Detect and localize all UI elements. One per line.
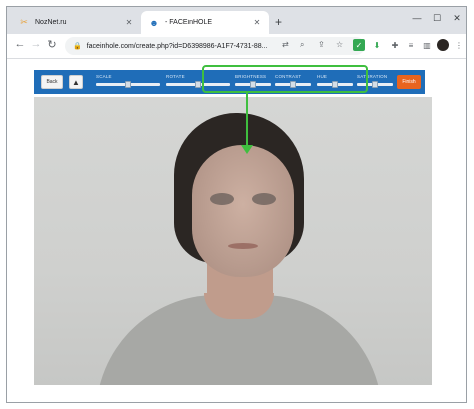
annotation-arrow-head bbox=[241, 145, 253, 154]
puzzle-icon[interactable]: ✚ bbox=[389, 39, 401, 51]
mountain-icon[interactable]: ▲ bbox=[69, 75, 83, 89]
close-tab-icon[interactable]: ✕ bbox=[251, 18, 263, 27]
browser-window: ✂ NozNet.ru ✕ ☻ - FACEinHOLE ✕ + — ☐ ✕ ←… bbox=[6, 6, 467, 403]
browser-toolbar: ← → ↻ 🔒 faceinhole.com/create.php?id=D63… bbox=[7, 34, 466, 59]
sliders-highlight-box bbox=[202, 65, 368, 93]
tab-title: - FACEinHOLE bbox=[165, 19, 213, 26]
url-text: faceinhole.com/create.php?id=D6398986-A1… bbox=[86, 42, 268, 50]
profile-avatar[interactable] bbox=[437, 39, 449, 51]
check-extension-icon[interactable]: ✓ bbox=[353, 39, 365, 51]
face-overlay[interactable] bbox=[192, 145, 294, 277]
annotation-arrow-line bbox=[246, 93, 248, 147]
tab-faceinhole[interactable]: ☻ - FACEinHOLE ✕ bbox=[141, 11, 269, 34]
face-photo-canvas[interactable] bbox=[34, 97, 432, 385]
tab-noznet[interactable]: ✂ NozNet.ru ✕ bbox=[11, 11, 141, 34]
download-extension-icon[interactable]: ⬇ bbox=[371, 39, 383, 51]
page-content: Back ▲ SCALE ROTATE BRIGHTNESS CONTRAST … bbox=[7, 59, 466, 402]
maximize-button[interactable]: ☐ bbox=[427, 13, 447, 24]
reload-icon[interactable]: ↻ bbox=[45, 38, 59, 51]
back-button[interactable]: Back bbox=[41, 75, 63, 89]
slider-label-rotate: ROTATE bbox=[166, 74, 185, 79]
right-eye-shape bbox=[252, 193, 276, 205]
finish-button[interactable]: Finish bbox=[397, 75, 421, 89]
saturation-slider-thumb[interactable] bbox=[372, 81, 378, 88]
smiley-icon: ☻ bbox=[149, 17, 159, 28]
mouth-shape bbox=[228, 243, 258, 249]
tab-strip: ✂ NozNet.ru ✕ ☻ - FACEinHOLE ✕ + — ☐ ✕ bbox=[7, 7, 466, 34]
zoom-icon[interactable]: ⌕ bbox=[300, 40, 304, 50]
menu-icon[interactable]: ⋮ bbox=[453, 39, 465, 51]
sidepanel-icon[interactable]: ▥ bbox=[421, 39, 433, 51]
new-tab-button[interactable]: + bbox=[275, 15, 282, 29]
close-tab-icon[interactable]: ✕ bbox=[123, 18, 135, 27]
slider-label-scale: SCALE bbox=[96, 74, 112, 79]
share-icon[interactable]: ⇪ bbox=[318, 40, 325, 49]
star-icon[interactable]: ☆ bbox=[336, 40, 343, 49]
tab-title: NozNet.ru bbox=[35, 19, 67, 26]
scale-slider-thumb[interactable] bbox=[125, 81, 131, 88]
translate-icon[interactable]: ⇄ bbox=[282, 40, 289, 49]
close-window-button[interactable]: ✕ bbox=[447, 13, 466, 24]
back-arrow-icon[interactable]: ← bbox=[13, 38, 27, 50]
reading-list-icon[interactable]: ≡ bbox=[405, 39, 417, 51]
left-eye-shape bbox=[210, 193, 234, 205]
rotate-slider-thumb[interactable] bbox=[195, 81, 201, 88]
minimize-button[interactable]: — bbox=[407, 13, 427, 23]
scissors-icon: ✂ bbox=[20, 17, 28, 27]
lock-icon: 🔒 bbox=[73, 43, 82, 50]
forward-arrow-icon[interactable]: → bbox=[29, 38, 43, 50]
